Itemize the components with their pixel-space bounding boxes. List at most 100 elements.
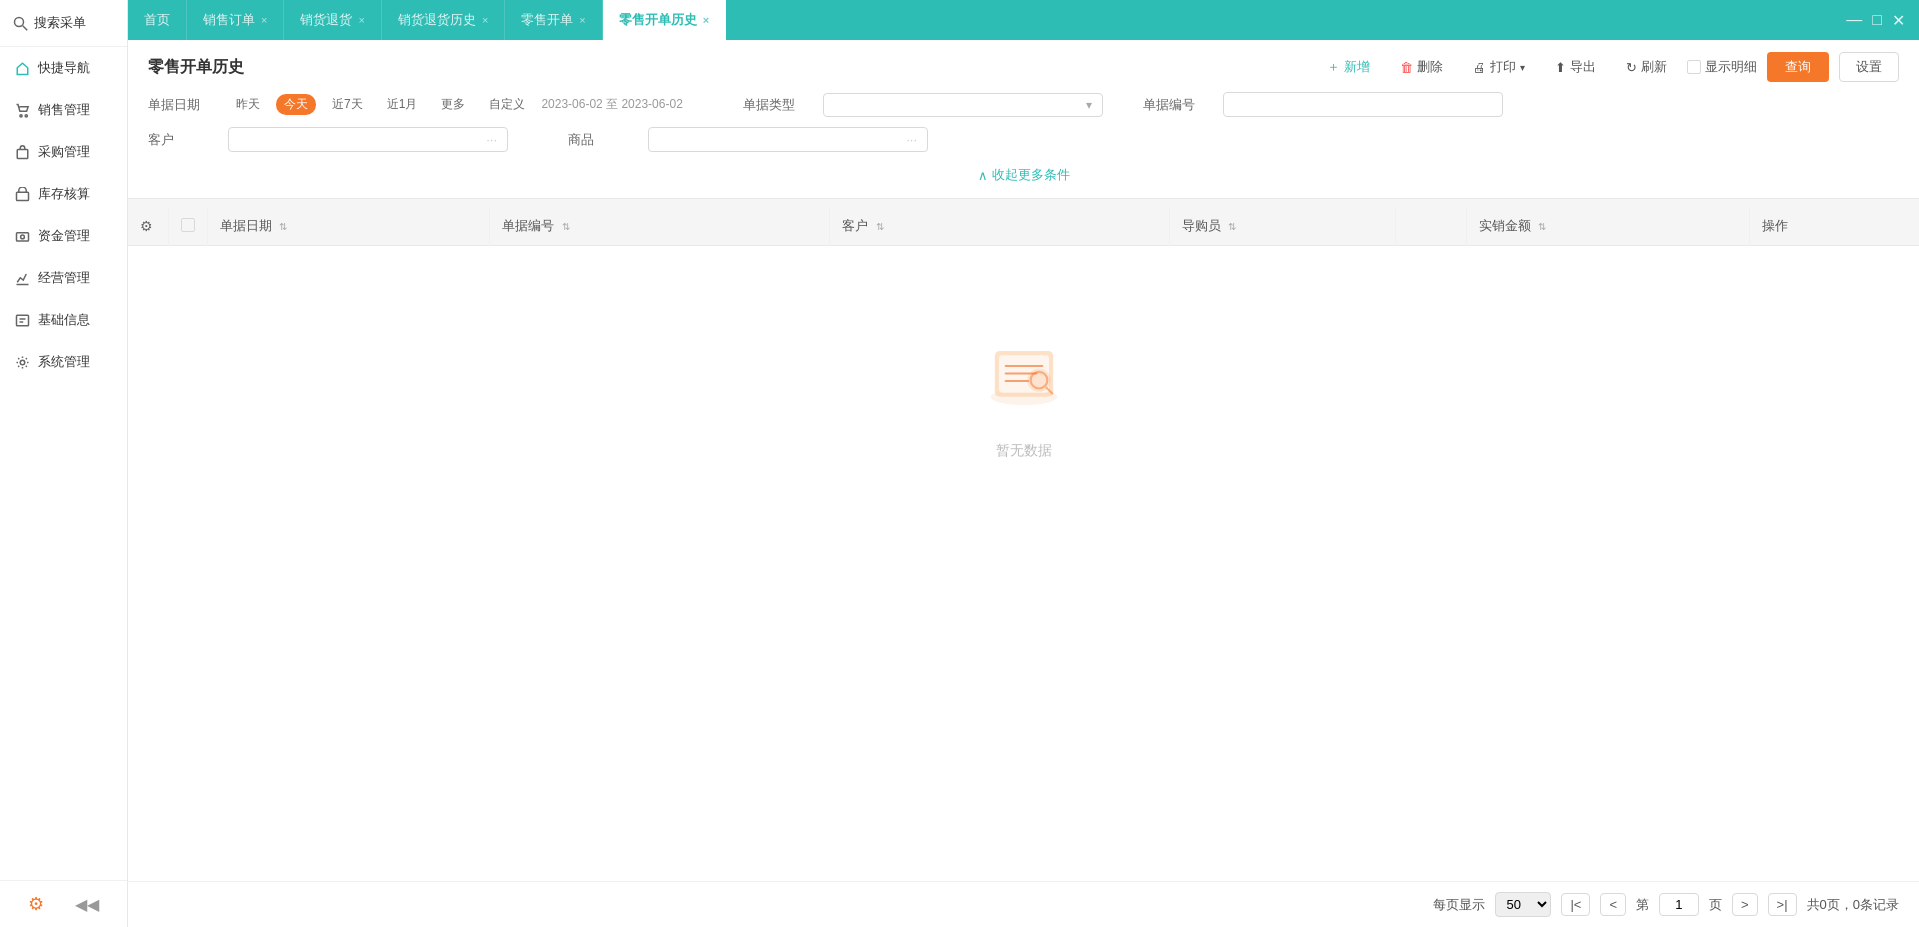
date-filter-options: 昨天 今天 近7天 近1月 更多 自定义 2023-06-02 至 2023-0… bbox=[228, 94, 683, 115]
sidebar-item-finance[interactable]: 资金管理 bbox=[0, 215, 127, 257]
money-icon bbox=[14, 228, 30, 244]
toolbar: ＋ 新增 🗑 删除 🖨 打印 ▾ ⬆ 导出 bbox=[1317, 52, 1899, 82]
tab-close-icon[interactable]: × bbox=[579, 14, 585, 26]
collapse-icon[interactable]: ◀◀ bbox=[75, 895, 99, 914]
sidebar-item-sales-mgmt[interactable]: 销售管理 bbox=[0, 89, 127, 131]
col-guide-label: 导购员 bbox=[1182, 218, 1221, 233]
sidebar-item-basic-info[interactable]: 基础信息 bbox=[0, 299, 127, 341]
sort-customer-icon[interactable]: ⇅ bbox=[876, 221, 884, 232]
info-icon bbox=[14, 312, 30, 328]
col-action-label: 操作 bbox=[1762, 218, 1788, 233]
display-detail-label: 显示明细 bbox=[1705, 58, 1757, 76]
sort-number-icon[interactable]: ⇅ bbox=[562, 221, 570, 232]
col-amount-label: 实销金额 bbox=[1479, 218, 1531, 233]
window-close-btn[interactable]: ✕ bbox=[1892, 11, 1905, 30]
svg-line-1 bbox=[22, 25, 27, 30]
per-page-select[interactable]: 50 20 100 200 bbox=[1495, 892, 1551, 917]
sidebar-item-purchase-mgmt[interactable]: 采购管理 bbox=[0, 131, 127, 173]
tab-sales-order[interactable]: 销售订单 × bbox=[187, 0, 284, 40]
new-button[interactable]: ＋ 新增 bbox=[1317, 53, 1380, 81]
date-range-text: 2023-06-02 至 2023-06-02 bbox=[541, 96, 682, 113]
page-suffix: 页 bbox=[1709, 896, 1722, 914]
tab-retail-history[interactable]: 零售开单历史 × bbox=[603, 0, 726, 40]
empty-state: 暂无数据 bbox=[128, 246, 1919, 540]
tab-close-icon[interactable]: × bbox=[261, 14, 267, 26]
main-area: 首页 销售订单 × 销货退货 × 销货退货历史 × 零售开单 × 零售开单历史 … bbox=[128, 0, 1919, 927]
page-last-btn[interactable]: >| bbox=[1768, 893, 1797, 916]
checkbox-icon bbox=[1687, 60, 1701, 74]
delete-button[interactable]: 🗑 删除 bbox=[1390, 53, 1453, 81]
table-header-row: ⚙ 单据日期 ⇅ 单据编号 ⇅ bbox=[128, 207, 1919, 246]
home-icon bbox=[14, 60, 30, 76]
query-button[interactable]: 查询 bbox=[1767, 52, 1829, 82]
date-btn-more[interactable]: 更多 bbox=[433, 94, 473, 115]
sidebar-item-system[interactable]: 系统管理 bbox=[0, 341, 127, 383]
export-button[interactable]: ⬆ 导出 bbox=[1545, 53, 1606, 81]
sidebar-item-operations[interactable]: 经营管理 bbox=[0, 257, 127, 299]
page-header: 零售开单历史 ＋ 新增 🗑 删除 🖨 打印 ▾ bbox=[128, 40, 1919, 199]
tab-close-icon[interactable]: × bbox=[358, 14, 364, 26]
date-btn-today[interactable]: 今天 bbox=[276, 94, 316, 115]
col-customer-label: 客户 bbox=[842, 218, 868, 233]
page-title: 零售开单历史 bbox=[148, 57, 244, 78]
sidebar-item-quick-nav[interactable]: 快捷导航 bbox=[0, 47, 127, 89]
page-prev-btn[interactable]: < bbox=[1600, 893, 1626, 916]
tab-sales-return-history[interactable]: 销货退货历史 × bbox=[382, 0, 505, 40]
tab-retail-open[interactable]: 零售开单 × bbox=[505, 0, 602, 40]
tab-close-icon[interactable]: × bbox=[703, 14, 709, 26]
nav-window-controls: — □ ✕ bbox=[1832, 11, 1919, 30]
sort-guide-icon[interactable]: ⇅ bbox=[1228, 221, 1236, 232]
table-body: 暂无数据 bbox=[128, 246, 1919, 541]
sidebar-item-label: 销售管理 bbox=[38, 101, 90, 119]
tab-close-icon[interactable]: × bbox=[482, 14, 488, 26]
goods-browse-icon[interactable]: ··· bbox=[906, 132, 917, 147]
date-btn-yesterday[interactable]: 昨天 bbox=[228, 94, 268, 115]
content-area: 零售开单历史 ＋ 新增 🗑 删除 🖨 打印 ▾ bbox=[128, 40, 1919, 927]
page-number-input[interactable] bbox=[1659, 893, 1699, 916]
tab-home[interactable]: 首页 bbox=[128, 0, 187, 40]
refresh-button[interactable]: ↻ 刷新 bbox=[1616, 53, 1677, 81]
number-input-field[interactable] bbox=[1234, 97, 1492, 112]
refresh-label: 刷新 bbox=[1641, 58, 1667, 76]
customer-input[interactable]: ··· bbox=[228, 127, 508, 152]
number-input[interactable] bbox=[1223, 92, 1503, 117]
sort-amount-icon[interactable]: ⇅ bbox=[1538, 221, 1546, 232]
customer-input-field[interactable] bbox=[239, 132, 486, 147]
svg-point-7 bbox=[20, 235, 24, 239]
window-minimize-btn[interactable]: — bbox=[1846, 11, 1862, 29]
date-btn-custom[interactable]: 自定义 bbox=[481, 94, 533, 115]
settings-button[interactable]: 设置 bbox=[1839, 52, 1899, 82]
sidebar-item-inventory[interactable]: 库存核算 bbox=[0, 173, 127, 215]
number-label: 单据编号 bbox=[1143, 96, 1203, 114]
goods-input-field[interactable] bbox=[659, 132, 906, 147]
sort-date-icon[interactable]: ⇅ bbox=[279, 221, 287, 232]
tab-retail-history-label: 零售开单历史 bbox=[619, 11, 697, 29]
window-maximize-btn[interactable]: □ bbox=[1872, 11, 1882, 29]
goods-input[interactable]: ··· bbox=[648, 127, 928, 152]
delete-label: 删除 bbox=[1417, 58, 1443, 76]
customer-browse-icon[interactable]: ··· bbox=[486, 132, 497, 147]
goods-label: 商品 bbox=[568, 131, 628, 149]
cart-icon bbox=[14, 102, 30, 118]
col-checkbox bbox=[168, 207, 207, 246]
display-detail-checkbox[interactable]: 显示明细 bbox=[1687, 58, 1757, 76]
table-settings-icon[interactable]: ⚙ bbox=[140, 218, 153, 234]
sidebar-search[interactable]: 搜索采单 bbox=[0, 0, 127, 47]
date-label: 单据日期 bbox=[148, 96, 208, 114]
customer-label: 客户 bbox=[148, 131, 208, 149]
collapse-filters-btn[interactable]: ∧ 收起更多条件 bbox=[978, 166, 1070, 184]
svg-point-11 bbox=[20, 360, 25, 365]
type-select[interactable]: ▾ bbox=[823, 93, 1103, 117]
page-next-btn[interactable]: > bbox=[1732, 893, 1758, 916]
settings-icon[interactable]: ⚙ bbox=[28, 893, 44, 915]
print-button[interactable]: 🖨 打印 ▾ bbox=[1463, 53, 1535, 81]
col-amount: 实销金额 ⇅ bbox=[1466, 207, 1749, 246]
sidebar-bottom: ⚙ ◀◀ bbox=[0, 880, 127, 927]
date-btn-1month[interactable]: 近1月 bbox=[379, 94, 426, 115]
svg-rect-8 bbox=[16, 315, 28, 326]
tab-sales-return[interactable]: 销货退货 × bbox=[284, 0, 381, 40]
date-btn-7days[interactable]: 近7天 bbox=[324, 94, 371, 115]
export-label: 导出 bbox=[1570, 58, 1596, 76]
page-first-btn[interactable]: |< bbox=[1561, 893, 1590, 916]
header-checkbox[interactable] bbox=[181, 218, 195, 232]
